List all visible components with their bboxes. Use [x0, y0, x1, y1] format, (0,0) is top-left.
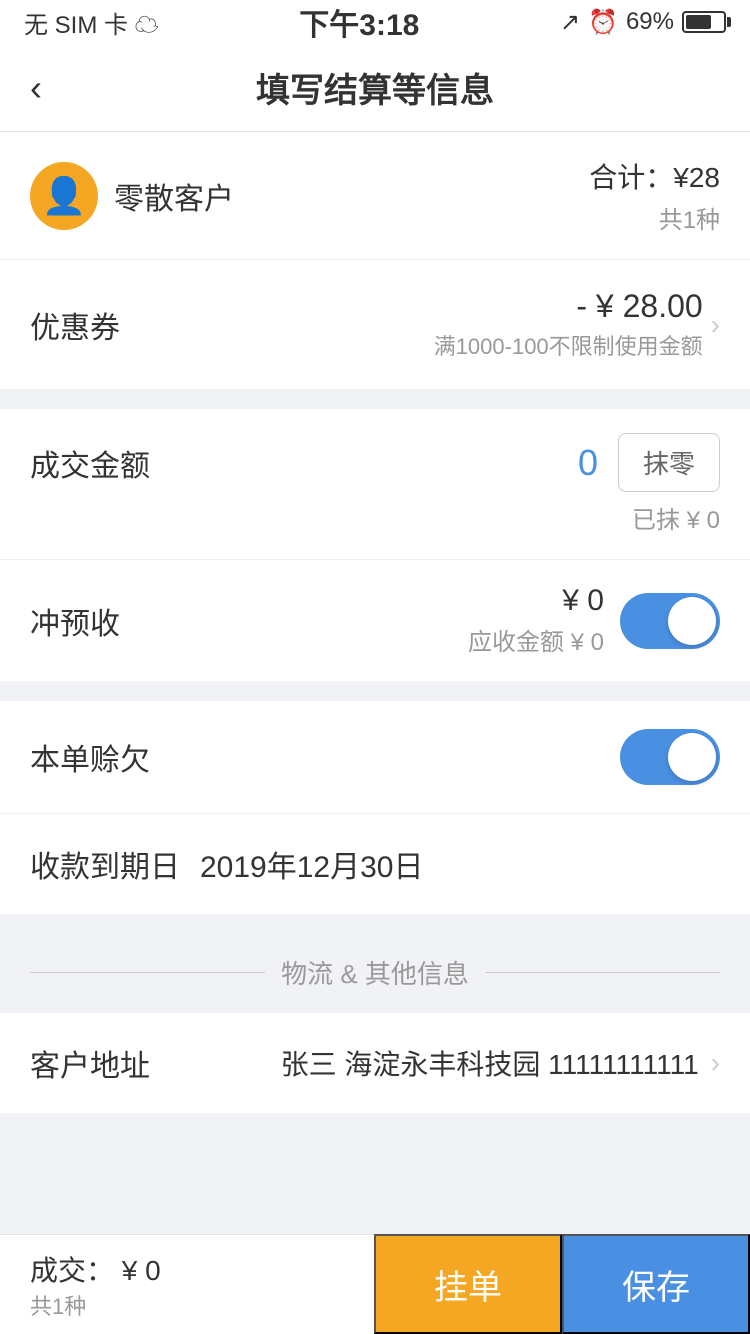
alarm-icon: ⏰	[588, 8, 618, 37]
status-left: 无 SIM 卡 ☁	[24, 5, 159, 40]
address-row[interactable]: 客户地址 张三 海淀永丰科技园 11111111111 ›	[0, 1013, 750, 1113]
back-button[interactable]: ‹	[30, 67, 42, 109]
customer-name: 零散客户	[114, 174, 234, 218]
customer-row: 👤 零散客户 合计：¥28 共1种	[0, 132, 750, 259]
coupon-amount: - ¥ 28.00	[434, 288, 703, 325]
deal-sub-text: 已抹 ¥ 0	[30, 500, 720, 535]
status-right: ↗ ⏰ 69%	[560, 8, 726, 37]
debt-toggle[interactable]	[620, 729, 720, 785]
address-label: 客户地址	[30, 1041, 150, 1085]
pending-button[interactable]: 挂单	[374, 1234, 562, 1334]
footer: 成交： ¥ 0 共1种 挂单 保存	[0, 1234, 750, 1334]
coupon-right: - ¥ 28.00 满1000-100不限制使用金额 ›	[434, 288, 720, 361]
gap-1	[0, 389, 750, 409]
prepaid-sub-text: 应收金额 ¥ 0	[468, 622, 604, 657]
save-button[interactable]: 保存	[562, 1234, 750, 1334]
prepaid-amount: ¥ 0	[468, 584, 604, 618]
coupon-chevron-icon: ›	[711, 309, 720, 341]
signal-text: 无 SIM 卡 ☁	[24, 5, 159, 40]
prepaid-toggle[interactable]	[620, 593, 720, 649]
prepaid-label: 冲预收	[30, 599, 120, 643]
deal-value: 0	[578, 442, 598, 484]
avatar-icon: 👤	[42, 175, 87, 217]
nav-bar: ‹ 填写结算等信息	[0, 44, 750, 132]
battery-fill	[686, 15, 711, 29]
duedate-value: 2019年12月30日	[200, 842, 423, 886]
avatar: 👤	[30, 162, 98, 230]
battery-text: 69%	[626, 8, 674, 36]
location-icon: ↗	[560, 8, 580, 37]
status-bar: 无 SIM 卡 ☁ 下午3:18 ↗ ⏰ 69%	[0, 0, 750, 44]
coupon-label: 优惠券	[30, 303, 120, 347]
gap-2	[0, 681, 750, 701]
address-value: 张三 海淀永丰科技园 11111111111	[281, 1043, 699, 1083]
round-zero-button[interactable]: 抹零	[618, 433, 720, 492]
logistics-divider: 物流 & 其他信息	[30, 954, 720, 991]
status-time: 下午3:18	[299, 0, 419, 44]
debt-label: 本单赊欠	[30, 735, 150, 779]
battery-icon	[682, 11, 726, 33]
debt-row: 本单赊欠	[0, 701, 750, 813]
customer-right: 合计：¥28 共1种	[589, 156, 720, 235]
address-right: 张三 海淀永丰科技园 11111111111 ›	[150, 1043, 720, 1083]
deal-amount-section: 成交金额 0 抹零 已抹 ¥ 0	[0, 409, 750, 559]
address-chevron-icon: ›	[711, 1047, 720, 1079]
gap-3	[0, 914, 750, 934]
coupon-info: - ¥ 28.00 满1000-100不限制使用金额	[434, 288, 703, 361]
coupon-desc: 满1000-100不限制使用金额	[434, 329, 703, 361]
logistics-section: 物流 & 其他信息	[0, 934, 750, 1011]
logistics-label: 物流 & 其他信息	[281, 954, 469, 991]
customer-total: 合计：¥28	[589, 156, 720, 196]
divider-right	[485, 972, 720, 973]
coupon-row[interactable]: 优惠券 - ¥ 28.00 满1000-100不限制使用金额 ›	[0, 259, 750, 389]
divider-left	[30, 972, 265, 973]
duedate-inner: 收款到期日 2019年12月30日	[30, 842, 720, 886]
toggle-knob	[668, 597, 716, 645]
customer-count: 共1种	[589, 200, 720, 235]
debt-toggle-knob	[668, 733, 716, 781]
page-title: 填写结算等信息	[256, 63, 494, 112]
deal-right: 0 抹零	[578, 433, 720, 492]
prepaid-amounts: ¥ 0 应收金额 ¥ 0	[468, 584, 604, 657]
footer-count-label: 共1种	[30, 1289, 344, 1321]
customer-section: 👤 零散客户 合计：¥28 共1种 优惠券 - ¥ 28.00 满1000-10…	[0, 132, 750, 389]
duedate-label: 收款到期日	[30, 842, 180, 886]
deal-label: 成交金额	[30, 441, 150, 485]
prepaid-row: 冲预收 ¥ 0 应收金额 ¥ 0	[0, 559, 750, 681]
debt-section: 本单赊欠 收款到期日 2019年12月30日	[0, 701, 750, 914]
customer-left: 👤 零散客户	[30, 162, 234, 230]
prepaid-right: ¥ 0 应收金额 ¥ 0	[468, 584, 720, 657]
footer-info: 成交： ¥ 0 共1种	[0, 1234, 374, 1334]
deal-row: 成交金额 0 抹零	[30, 433, 720, 492]
due-date-row: 收款到期日 2019年12月30日	[0, 813, 750, 914]
footer-deal-label: 成交： ¥ 0	[30, 1249, 344, 1289]
